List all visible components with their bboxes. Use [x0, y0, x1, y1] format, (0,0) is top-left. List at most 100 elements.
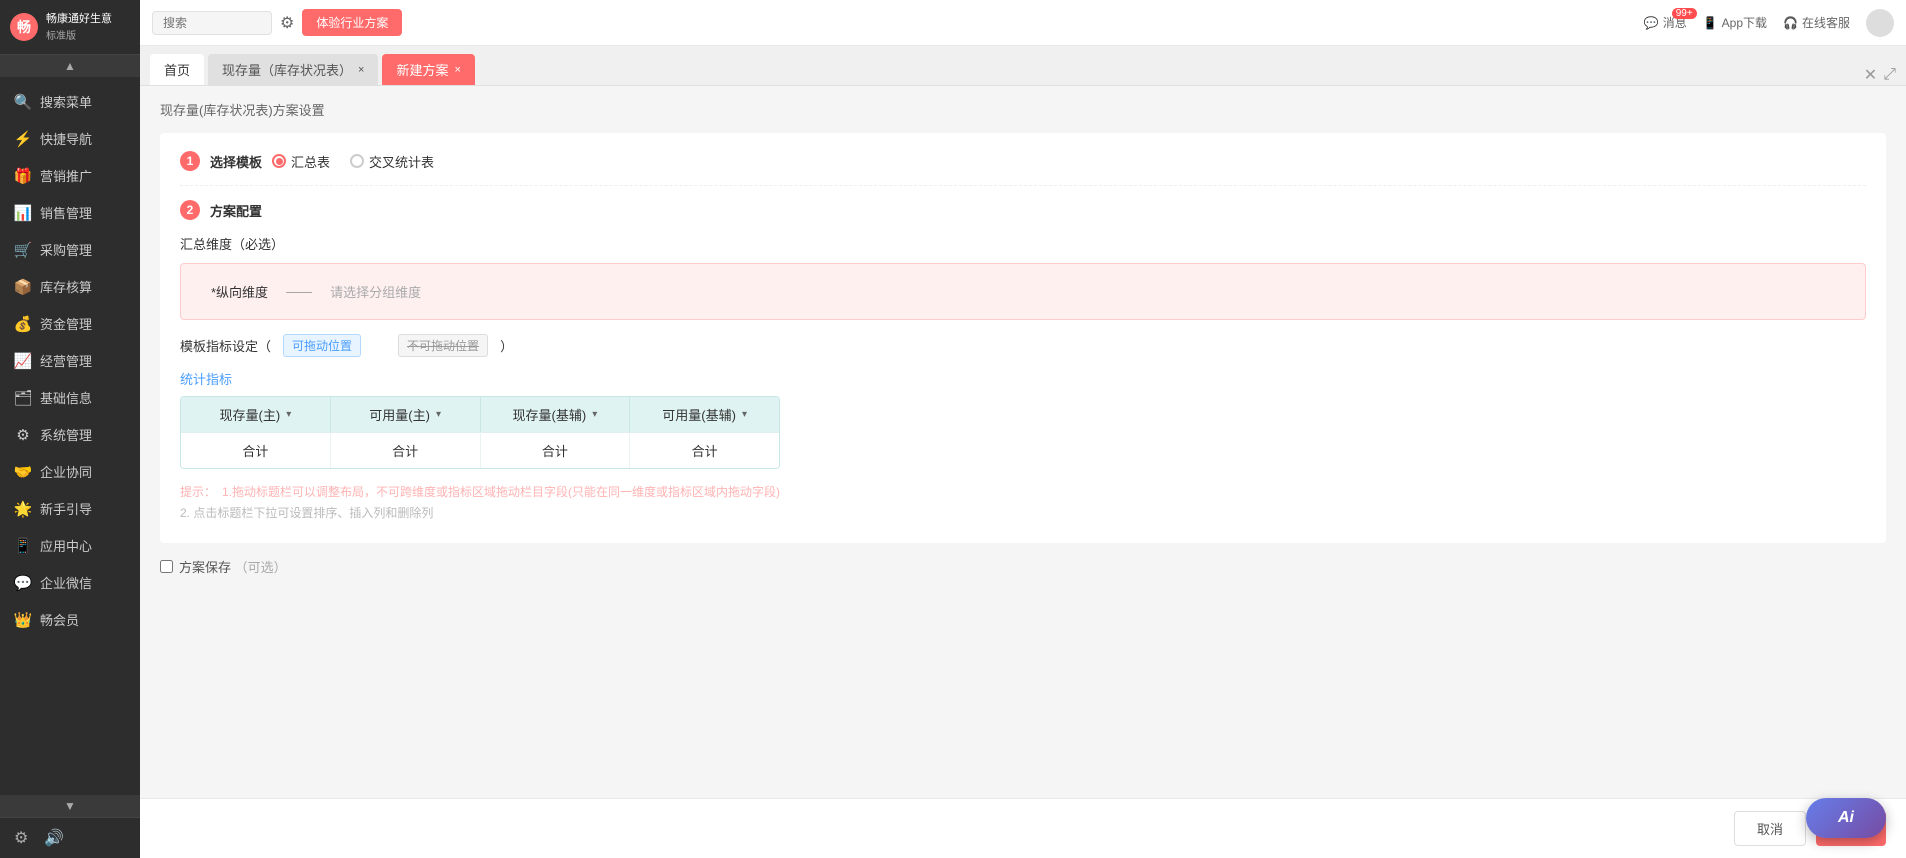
app-download-label: App下载 [1722, 14, 1767, 31]
stats-table: 现存量(主) ▾ 可用量(主) ▾ 现存量(基辅) ▾ 可用量(基辅) [180, 396, 780, 469]
sidebar-item-label: 快捷导航 [40, 129, 92, 148]
sidebar-item-label: 畅会员 [40, 610, 79, 629]
sidebar-item-label: 搜索菜单 [40, 92, 92, 111]
indicator-setting: 模板指标设定（ 可拖动位置 不可拖动位置 ） [180, 334, 1866, 357]
sidebar-item-purchase[interactable]: 🛒 采购管理 [0, 231, 140, 268]
sidebar-item-wechat[interactable]: 💬 企业微信 [0, 564, 140, 601]
tab-inventory-close[interactable]: × [358, 64, 364, 76]
vertical-dim-label: *纵向维度 [211, 282, 268, 301]
sidebar-item-system[interactable]: ⚙ 系统管理 [0, 416, 140, 453]
sidebar-item-enterprise[interactable]: 🤝 企业协同 [0, 453, 140, 490]
sidebar-item-label: 基础信息 [40, 388, 92, 407]
stats-data-row: 合计 合计 合计 合计 [181, 432, 779, 468]
content-area: 现存量(库存状况表)方案设置 1 选择模板 汇总表 交叉统计表 [140, 86, 1906, 798]
col-header-1[interactable]: 可用量(主) ▾ [331, 397, 481, 432]
topbar: ⚙ 体验行业方案 💬 消息 99+ 📱 App下载 🎧 在线客服 [140, 0, 1906, 46]
col-data-3: 合计 [630, 432, 779, 468]
sidebar-scroll-up[interactable]: ▲ [0, 55, 140, 77]
aggregate-label: 汇总维度（必选） [180, 234, 1866, 253]
radio-cross[interactable]: 交叉统计表 [350, 152, 434, 171]
settings-footer-icon[interactable]: ⚙ [14, 828, 28, 848]
vertical-dimension-box[interactable]: *纵向维度 —— 请选择分组维度 [180, 263, 1866, 320]
step2-header: 2 方案配置 [180, 200, 1866, 220]
quick-nav-icon: ⚡ [14, 130, 32, 148]
chevron-down-icon-2: ▾ [592, 409, 597, 420]
customer-service-button[interactable]: 🎧 在线客服 [1783, 14, 1850, 31]
col-header-2[interactable]: 现存量(基辅) ▾ [481, 397, 631, 432]
tab-inventory-label: 现存量（库存状况表） [222, 60, 352, 79]
tab-close-icon[interactable]: ✕ [1864, 65, 1877, 85]
sidebar-item-guide[interactable]: 🌟 新手引导 [0, 490, 140, 527]
settings-card: 1 选择模板 汇总表 交叉统计表 2 方案配置 [160, 133, 1886, 543]
sidebar: 畅 畅康通好生意 标准版 ▲ 🔍 搜索菜单 ⚡ 快捷导航 🎁 营销推广 📊 销售… [0, 0, 140, 858]
inventory-icon: 📦 [14, 278, 32, 296]
sidebar-item-label: 营销推广 [40, 166, 92, 185]
step2-title: 方案配置 [210, 201, 262, 220]
radio-summary[interactable]: 汇总表 [272, 152, 330, 171]
sidebar-item-sales[interactable]: 📊 销售管理 [0, 194, 140, 231]
sidebar-item-marketing[interactable]: 🎁 营销推广 [0, 157, 140, 194]
sidebar-item-app-center[interactable]: 📱 应用中心 [0, 527, 140, 564]
col-data-2: 合计 [481, 432, 631, 468]
sidebar-item-label: 系统管理 [40, 425, 92, 444]
indicator-setting-label: 模板指标设定（ [180, 336, 271, 355]
search-input[interactable] [152, 11, 272, 35]
tab-expand-icon[interactable]: ⤢ [1883, 66, 1896, 84]
col-data-0: 合计 [181, 432, 331, 468]
app-download-button[interactable]: 📱 App下载 [1703, 14, 1767, 31]
sidebar-item-label: 企业协同 [40, 462, 92, 481]
sidebar-item-operations[interactable]: 📈 经营管理 [0, 342, 140, 379]
tab-inventory[interactable]: 现存量（库存状况表） × [208, 54, 378, 85]
sidebar-item-search[interactable]: 🔍 搜索菜单 [0, 83, 140, 120]
message-badge: 99+ [1672, 8, 1697, 19]
page-title: 现存量(库存状况表)方案设置 [160, 100, 1886, 119]
message-button[interactable]: 💬 消息 99+ [1644, 14, 1687, 31]
tab-new-plan-close[interactable]: × [454, 64, 460, 76]
sidebar-item-finance[interactable]: 💰 资金管理 [0, 305, 140, 342]
stats-section: 统计指标 现存量(主) ▾ 可用量(主) ▾ 现存量(基辅) [180, 369, 1866, 469]
non-draggable-badge: 不可拖动位置 [398, 334, 488, 357]
system-icon: ⚙ [14, 426, 32, 444]
logo-icon: 畅 [10, 13, 38, 41]
footer-bar: 取消 查询 [140, 798, 1906, 858]
tab-home[interactable]: 首页 [150, 54, 204, 85]
sales-icon: 📊 [14, 204, 32, 222]
sidebar-item-inventory[interactable]: 📦 库存核算 [0, 268, 140, 305]
tips-section: 提示： 1.拖动标题栏可以调整布局，不可跨维度或指标区域拖动栏目字段(只能在同一… [180, 483, 1866, 521]
chevron-down-icon-0: ▾ [286, 409, 291, 420]
topbar-settings-icon[interactable]: ⚙ [280, 13, 294, 33]
avatar[interactable] [1866, 9, 1894, 37]
cancel-button[interactable]: 取消 [1734, 811, 1806, 846]
save-plan-checkbox[interactable] [160, 560, 173, 573]
sidebar-scroll-down[interactable]: ▼ [0, 795, 140, 817]
marketing-icon: 🎁 [14, 167, 32, 185]
search-icon: 🔍 [14, 93, 32, 111]
col-data-1: 合计 [331, 432, 481, 468]
chevron-down-icon-1: ▾ [436, 409, 441, 420]
industry-plan-button[interactable]: 体验行业方案 [302, 9, 402, 36]
tab-home-label: 首页 [164, 60, 190, 79]
col-header-3[interactable]: 可用量(基辅) ▾ [630, 397, 779, 432]
sidebar-item-quick-nav[interactable]: ⚡ 快捷导航 [0, 120, 140, 157]
logo-text: 畅康通好生意 标准版 [46, 12, 112, 42]
message-icon: 💬 [1644, 16, 1659, 30]
radio-summary-circle [272, 154, 286, 168]
purchase-icon: 🛒 [14, 241, 32, 259]
indicator-separator [373, 336, 386, 355]
radio-summary-label: 汇总表 [291, 152, 330, 171]
sidebar-item-label: 销售管理 [40, 203, 92, 222]
radio-cross-circle [350, 154, 364, 168]
wechat-icon: 💬 [14, 574, 32, 592]
indicator-close: ） [500, 336, 513, 355]
col-header-0[interactable]: 现存量(主) ▾ [181, 397, 331, 432]
customer-service-label: 在线客服 [1802, 14, 1850, 31]
sidebar-item-member[interactable]: 👑 畅会员 [0, 601, 140, 638]
app-download-icon: 📱 [1703, 16, 1718, 30]
tab-new-plan[interactable]: 新建方案 × [382, 54, 474, 85]
ai-bubble[interactable]: Ai [1806, 798, 1886, 838]
sidebar-item-basic[interactable]: 🗂 基础信息 [0, 379, 140, 416]
sidebar-item-label: 资金管理 [40, 314, 92, 333]
tip-1: 提示： 1.拖动标题栏可以调整布局，不可跨维度或指标区域拖动栏目字段(只能在同一… [180, 483, 1866, 500]
volume-icon[interactable]: 🔊 [44, 828, 64, 848]
step2-number: 2 [180, 200, 200, 220]
